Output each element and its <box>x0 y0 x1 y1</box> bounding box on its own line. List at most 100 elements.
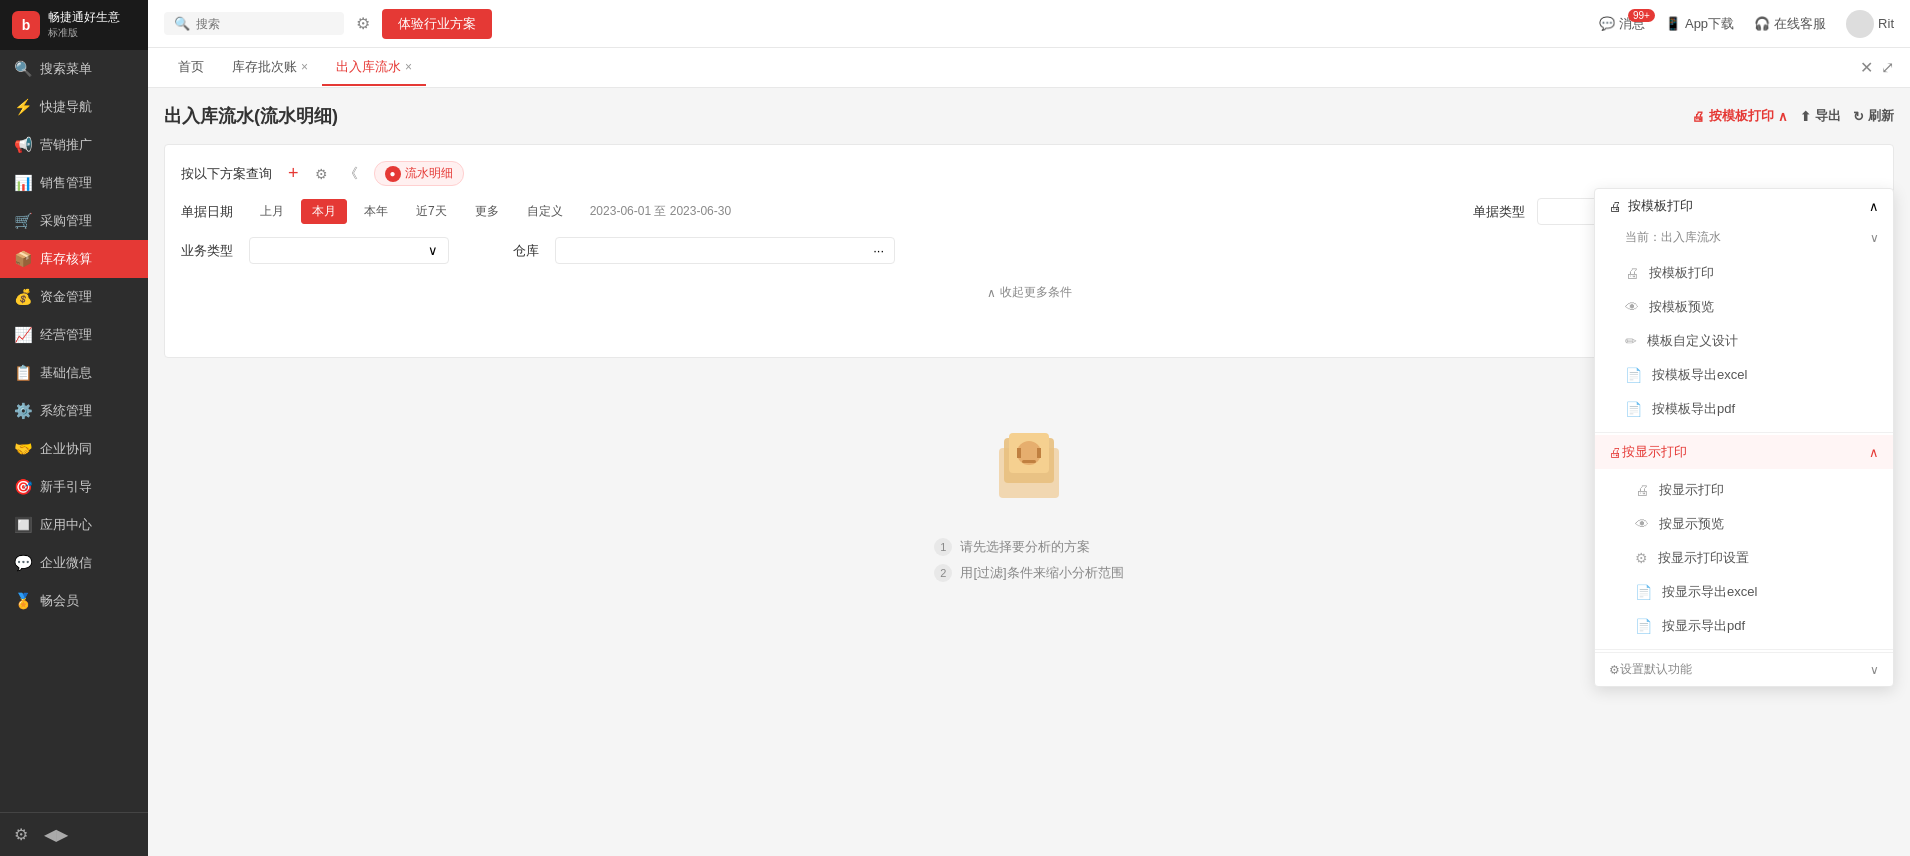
dropdown-up-arrow: ∧ <box>1869 199 1879 214</box>
sidebar-label-wechat: 企业微信 <box>40 554 92 572</box>
expand-window-icon[interactable]: ⤢ <box>1881 58 1894 77</box>
date-tag-year[interactable]: 本年 <box>353 199 399 224</box>
dropdown-footer[interactable]: ⚙ 设置默认功能 ∨ <box>1595 652 1893 686</box>
empty-step-2: 2 用[过滤]条件来缩小分析范围 <box>934 564 1123 582</box>
sidebar-label-corp: 企业协同 <box>40 440 92 458</box>
app-download-label: App下载 <box>1685 15 1734 33</box>
display-print-item[interactable]: 🖨 按显示打印 <box>1595 473 1893 507</box>
biz-type-label: 业务类型 <box>181 242 233 260</box>
download-icon: 📱 <box>1665 16 1681 31</box>
display-group-header[interactable]: 🖨 按显示打印 ∧ <box>1595 435 1893 469</box>
sidebar-item-marketing[interactable]: 📢营销推广 <box>0 126 148 164</box>
filter-chip-flow[interactable]: ● 流水明细 <box>374 161 464 186</box>
search-input[interactable] <box>196 17 334 31</box>
basic-icon: 📋 <box>14 364 32 382</box>
filter-settings-icon[interactable]: ⚙ <box>315 166 328 182</box>
headset-icon: 🎧 <box>1754 16 1770 31</box>
display-pdf-item[interactable]: 📄 按显示导出pdf <box>1595 609 1893 643</box>
search-icon: 🔍 <box>174 16 190 31</box>
export-label: 导出 <box>1815 107 1841 125</box>
filter-add-btn[interactable]: + <box>288 163 299 184</box>
date-tag-prev-month[interactable]: 上月 <box>249 199 295 224</box>
search-box[interactable]: 🔍 <box>164 12 344 35</box>
sidebar-label-quick-nav: 快捷导航 <box>40 98 92 116</box>
user-name: Rit <box>1878 16 1894 31</box>
current-label: 当前：出入库流水 <box>1625 229 1721 246</box>
template-preview-item-label: 按模板预览 <box>1649 298 1714 316</box>
sidebar-item-finance[interactable]: 💰资金管理 <box>0 278 148 316</box>
display-preview-item[interactable]: 👁 按显示预览 <box>1595 507 1893 541</box>
sidebar-label-system: 系统管理 <box>40 402 92 420</box>
display-settings-icon: ⚙ <box>1635 550 1648 566</box>
online-service-btn[interactable]: 🎧 在线客服 <box>1754 15 1826 33</box>
template-custom-item-label: 模板自定义设计 <box>1647 332 1738 350</box>
sidebar-item-quick-nav[interactable]: ⚡ 快捷导航 <box>0 88 148 126</box>
footer-arrow: ∨ <box>1870 663 1879 677</box>
chip-label: 流水明细 <box>405 165 453 182</box>
avatar <box>1846 10 1874 38</box>
trial-btn[interactable]: 体验行业方案 <box>382 9 492 39</box>
sidebar-item-operation[interactable]: 📈经营管理 <box>0 316 148 354</box>
message-btn[interactable]: 💬 消息 99+ <box>1599 15 1645 33</box>
sidebar-item-system[interactable]: ⚙️ 系统管理 <box>0 392 148 430</box>
refresh-label: 刷新 <box>1868 107 1894 125</box>
tab-in-out-flow[interactable]: 出入库流水 × <box>322 50 426 86</box>
date-tag-cur-month[interactable]: 本月 <box>301 199 347 224</box>
close-window-icon[interactable]: ✕ <box>1860 58 1873 77</box>
display-excel-icon: 📄 <box>1635 584 1652 600</box>
template-print-btn[interactable]: 🖨 按模板打印 ∧ <box>1692 107 1788 125</box>
sidebar-item-corp[interactable]: 🤝企业协同 <box>0 430 148 468</box>
empty-illustration <box>979 418 1079 518</box>
sidebar-item-appstore[interactable]: 🔲应用中心 <box>0 506 148 544</box>
template-section: 🖨 按模板打印 👁 按模板预览 ✏ 模板自定义设计 📄 按模板导出excel 📄 <box>1595 252 1893 430</box>
date-tag-custom[interactable]: 自定义 <box>516 199 574 224</box>
quick-nav-icon: ⚡ <box>14 98 32 116</box>
template-custom-item[interactable]: ✏ 模板自定义设计 <box>1595 324 1893 358</box>
date-tag-7days[interactable]: 近7天 <box>405 199 458 224</box>
template-excel-item[interactable]: 📄 按模板导出excel <box>1595 358 1893 392</box>
display-print-icon: 🖨 <box>1635 482 1649 498</box>
collapse-more-label: 收起更多条件 <box>1000 284 1072 301</box>
display-settings-item[interactable]: ⚙ 按显示打印设置 <box>1595 541 1893 575</box>
topbar-gear-icon[interactable]: ⚙ <box>356 14 370 33</box>
refresh-btn[interactable]: ↻ 刷新 <box>1853 107 1894 125</box>
svg-rect-4 <box>1017 448 1021 458</box>
tab-batch-close[interactable]: × <box>301 60 308 74</box>
filter-section-label: 按以下方案查询 <box>181 165 272 183</box>
sidebar-item-guide[interactable]: 🎯新手引导 <box>0 468 148 506</box>
dropdown-title: 🖨 按模板打印 <box>1609 197 1693 215</box>
sidebar-item-purchase[interactable]: 🛒采购管理 <box>0 202 148 240</box>
template-preview-item[interactable]: 👁 按模板预览 <box>1595 290 1893 324</box>
tab-flow-close[interactable]: × <box>405 60 412 74</box>
appstore-icon: 🔲 <box>14 516 32 534</box>
app-download-btn[interactable]: 📱 App下载 <box>1665 15 1734 33</box>
collapse-icon[interactable]: ◀▶ <box>44 825 68 844</box>
template-print-item[interactable]: 🖨 按模板打印 <box>1595 256 1893 290</box>
warehouse-select[interactable]: ··· <box>555 237 895 264</box>
sidebar-item-member[interactable]: 🏅畅会员 <box>0 582 148 620</box>
dropdown-header-row[interactable]: 🖨 按模板打印 ∧ <box>1595 189 1893 223</box>
sidebar-item-wechat[interactable]: 💬 企业微信 <box>0 544 148 582</box>
system-icon: ⚙️ <box>14 402 32 420</box>
filter-collapse-icon[interactable]: 《 <box>344 165 358 183</box>
sidebar-item-inventory[interactable]: 📦库存核算 <box>0 240 148 278</box>
tab-home[interactable]: 首页 <box>164 50 218 86</box>
date-tag-more[interactable]: 更多 <box>464 199 510 224</box>
wechat-icon: 💬 <box>14 554 32 572</box>
sidebar-item-basic[interactable]: 📋基础信息 <box>0 354 148 392</box>
sidebar-item-search[interactable]: 🔍搜索菜单 <box>0 50 148 88</box>
display-excel-item[interactable]: 📄 按显示导出excel <box>1595 575 1893 609</box>
sidebar-item-sales[interactable]: 📊销售管理 <box>0 164 148 202</box>
logo-icon: b <box>12 11 40 39</box>
gear-icon-footer: ⚙ <box>1609 663 1620 677</box>
template-pdf-item[interactable]: 📄 按模板导出pdf <box>1595 392 1893 426</box>
user-avatar-area[interactable]: Rit <box>1846 10 1894 38</box>
settings-icon[interactable]: ⚙ <box>14 825 28 844</box>
biz-type-select[interactable]: ∨ <box>249 237 449 264</box>
tab-batch-account[interactable]: 库存批次账 × <box>218 50 322 86</box>
template-print-item-label: 按模板打印 <box>1649 264 1714 282</box>
filter-row-1: 按以下方案查询 + ⚙ 《 ● 流水明细 <box>181 161 1877 186</box>
export-btn[interactable]: ⬆ 导出 <box>1800 107 1841 125</box>
step2-num: 2 <box>934 564 952 582</box>
export-icon: ⬆ <box>1800 109 1811 124</box>
